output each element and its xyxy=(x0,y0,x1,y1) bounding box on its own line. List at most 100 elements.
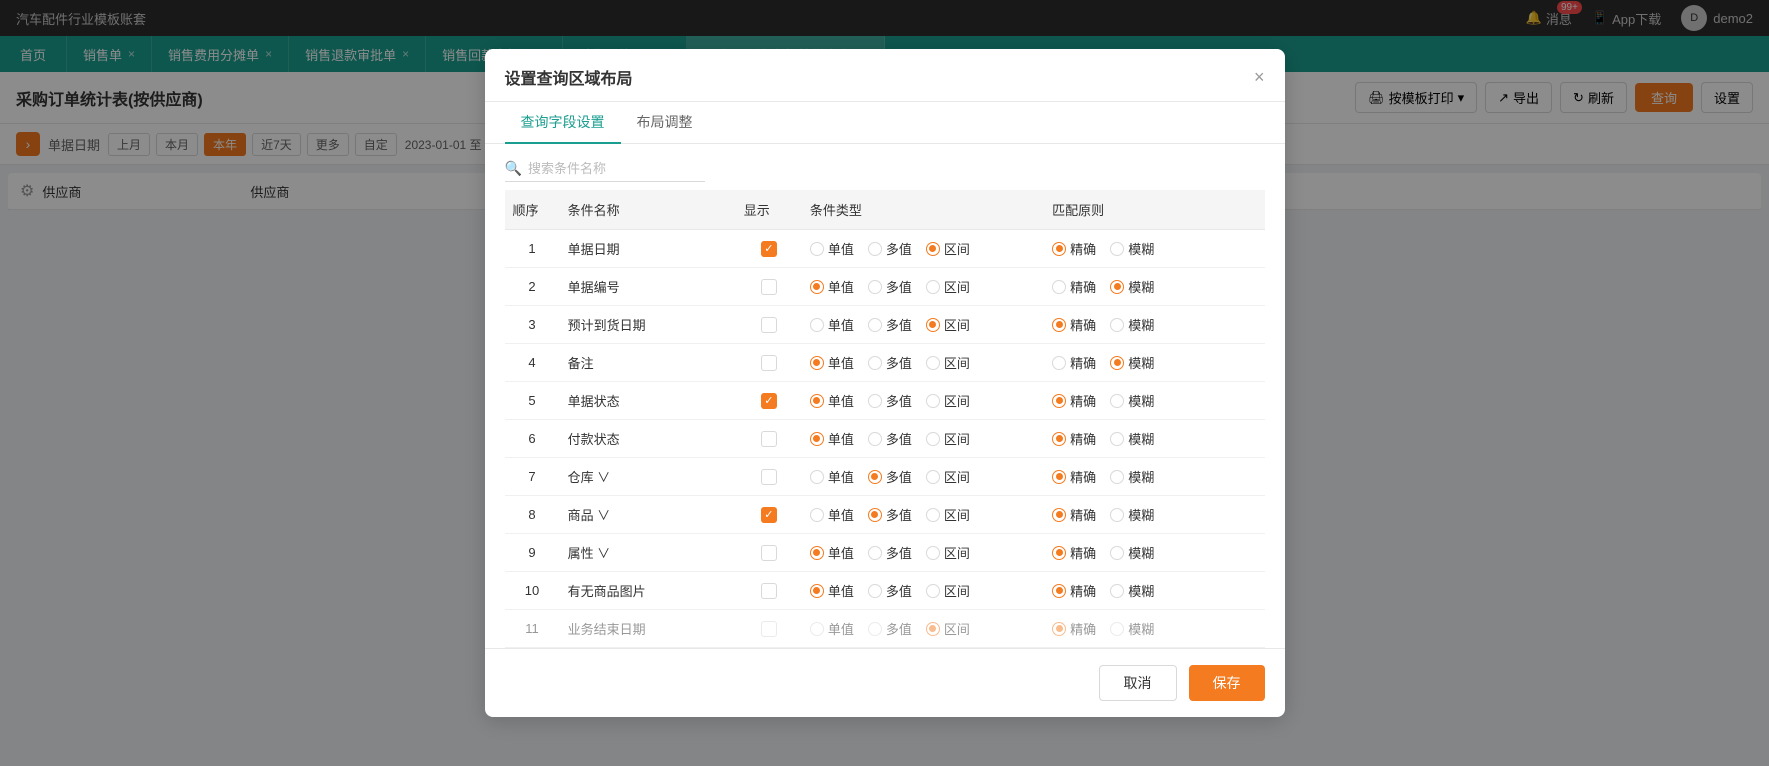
match-radio-模糊[interactable]: 模糊 xyxy=(1110,619,1154,638)
radio-label: 区间 xyxy=(944,505,970,524)
match-radio-精确[interactable]: 精确 xyxy=(1052,277,1096,296)
display-checkbox[interactable] xyxy=(761,621,777,637)
match-radio-精确[interactable]: 精确 xyxy=(1052,315,1096,334)
display-checkbox[interactable] xyxy=(761,583,777,599)
cancel-button[interactable]: 取消 xyxy=(1099,665,1177,701)
type-radio-单值[interactable]: 单值 xyxy=(810,315,854,334)
search-input[interactable] xyxy=(528,161,688,176)
display-checkbox[interactable] xyxy=(761,545,777,561)
row-order: 1 xyxy=(505,230,560,268)
type-radio-区间[interactable]: 区间 xyxy=(926,353,970,372)
dialog-tab-fields[interactable]: 查询字段设置 xyxy=(505,102,621,144)
match-radio-精确[interactable]: 精确 xyxy=(1052,239,1096,258)
radio-label: 区间 xyxy=(944,429,970,448)
dialog-table-row: 2单据编号单值多值区间精确模糊 xyxy=(505,268,1265,306)
match-radio-模糊[interactable]: 模糊 xyxy=(1110,391,1154,410)
display-checkbox[interactable] xyxy=(761,393,777,409)
dialog-title: 设置查询区域布局 xyxy=(505,65,633,89)
match-radio-精确[interactable]: 精确 xyxy=(1052,543,1096,562)
match-radio-模糊[interactable]: 模糊 xyxy=(1110,429,1154,448)
type-radio-区间[interactable]: 区间 xyxy=(926,429,970,448)
row-display-toggle[interactable] xyxy=(736,306,802,344)
match-radio-模糊[interactable]: 模糊 xyxy=(1110,505,1154,524)
row-display-toggle[interactable] xyxy=(736,344,802,382)
match-radio-精确[interactable]: 精确 xyxy=(1052,353,1096,372)
type-radio-单值[interactable]: 单值 xyxy=(810,429,854,448)
match-radio-精确[interactable]: 精确 xyxy=(1052,581,1096,600)
type-radio-单值[interactable]: 单值 xyxy=(810,505,854,524)
row-display-toggle[interactable] xyxy=(736,268,802,306)
type-radio-区间[interactable]: 区间 xyxy=(926,277,970,296)
row-display-toggle[interactable] xyxy=(736,458,802,496)
type-radio-多值[interactable]: 多值 xyxy=(868,619,912,638)
type-radio-多值[interactable]: 多值 xyxy=(868,315,912,334)
match-radio-模糊[interactable]: 模糊 xyxy=(1110,467,1154,486)
radio-dot xyxy=(1110,356,1124,370)
type-radio-多值[interactable]: 多值 xyxy=(868,505,912,524)
match-radio-精确[interactable]: 精确 xyxy=(1052,391,1096,410)
col-head-type: 条件类型 xyxy=(802,190,1044,230)
type-radio-区间[interactable]: 区间 xyxy=(926,239,970,258)
type-radio-区间[interactable]: 区间 xyxy=(926,543,970,562)
radio-label: 精确 xyxy=(1070,391,1096,410)
type-radio-单值[interactable]: 单值 xyxy=(810,353,854,372)
type-radio-区间[interactable]: 区间 xyxy=(926,581,970,600)
match-radio-精确[interactable]: 精确 xyxy=(1052,467,1096,486)
match-radio-模糊[interactable]: 模糊 xyxy=(1110,277,1154,296)
type-radio-区间[interactable]: 区间 xyxy=(926,619,970,638)
display-checkbox[interactable] xyxy=(761,317,777,333)
radio-dot xyxy=(810,622,824,636)
type-radio-多值[interactable]: 多值 xyxy=(868,391,912,410)
dialog-close-button[interactable]: × xyxy=(1254,68,1265,86)
save-button[interactable]: 保存 xyxy=(1189,665,1265,701)
row-display-toggle[interactable] xyxy=(736,534,802,572)
radio-dot xyxy=(810,242,824,256)
radio-dot xyxy=(1110,280,1124,294)
dialog-footer: 取消 保存 xyxy=(485,648,1285,717)
type-radio-多值[interactable]: 多值 xyxy=(868,581,912,600)
type-radio-单值[interactable]: 单值 xyxy=(810,543,854,562)
match-radio-精确[interactable]: 精确 xyxy=(1052,619,1096,638)
match-radio-模糊[interactable]: 模糊 xyxy=(1110,543,1154,562)
row-display-toggle[interactable] xyxy=(736,230,802,268)
match-radio-模糊[interactable]: 模糊 xyxy=(1110,315,1154,334)
type-radio-多值[interactable]: 多值 xyxy=(868,543,912,562)
display-checkbox[interactable] xyxy=(761,355,777,371)
type-radio-多值[interactable]: 多值 xyxy=(868,467,912,486)
search-wrap: 🔍 xyxy=(505,156,705,182)
row-display-toggle[interactable] xyxy=(736,496,802,534)
type-radio-区间[interactable]: 区间 xyxy=(926,391,970,410)
type-radio-区间[interactable]: 区间 xyxy=(926,315,970,334)
row-display-toggle[interactable] xyxy=(736,572,802,610)
type-radio-多值[interactable]: 多值 xyxy=(868,353,912,372)
type-radio-单值[interactable]: 单值 xyxy=(810,239,854,258)
type-radio-多值[interactable]: 多值 xyxy=(868,239,912,258)
type-radio-单值[interactable]: 单值 xyxy=(810,467,854,486)
type-radio-区间[interactable]: 区间 xyxy=(926,505,970,524)
display-checkbox[interactable] xyxy=(761,279,777,295)
display-checkbox[interactable] xyxy=(761,241,777,257)
display-checkbox[interactable] xyxy=(761,431,777,447)
row-display-toggle[interactable] xyxy=(736,610,802,648)
match-radio-模糊[interactable]: 模糊 xyxy=(1110,239,1154,258)
type-radio-单值[interactable]: 单值 xyxy=(810,619,854,638)
row-match-options: 精确模糊 xyxy=(1044,458,1264,496)
type-radio-单值[interactable]: 单值 xyxy=(810,277,854,296)
match-radio-模糊[interactable]: 模糊 xyxy=(1110,353,1154,372)
row-display-toggle[interactable] xyxy=(736,382,802,420)
match-radio-精确[interactable]: 精确 xyxy=(1052,505,1096,524)
type-radio-单值[interactable]: 单值 xyxy=(810,581,854,600)
radio-label: 模糊 xyxy=(1128,619,1154,638)
type-radio-单值[interactable]: 单值 xyxy=(810,391,854,410)
display-checkbox[interactable] xyxy=(761,469,777,485)
type-radio-区间[interactable]: 区间 xyxy=(926,467,970,486)
dialog-search: 🔍 xyxy=(485,144,1285,190)
row-condition-name: 属性 ∨ xyxy=(560,534,736,572)
type-radio-多值[interactable]: 多值 xyxy=(868,429,912,448)
row-display-toggle[interactable] xyxy=(736,420,802,458)
display-checkbox[interactable] xyxy=(761,507,777,523)
match-radio-精确[interactable]: 精确 xyxy=(1052,429,1096,448)
match-radio-模糊[interactable]: 模糊 xyxy=(1110,581,1154,600)
dialog-tab-layout[interactable]: 布局调整 xyxy=(621,102,709,144)
type-radio-多值[interactable]: 多值 xyxy=(868,277,912,296)
